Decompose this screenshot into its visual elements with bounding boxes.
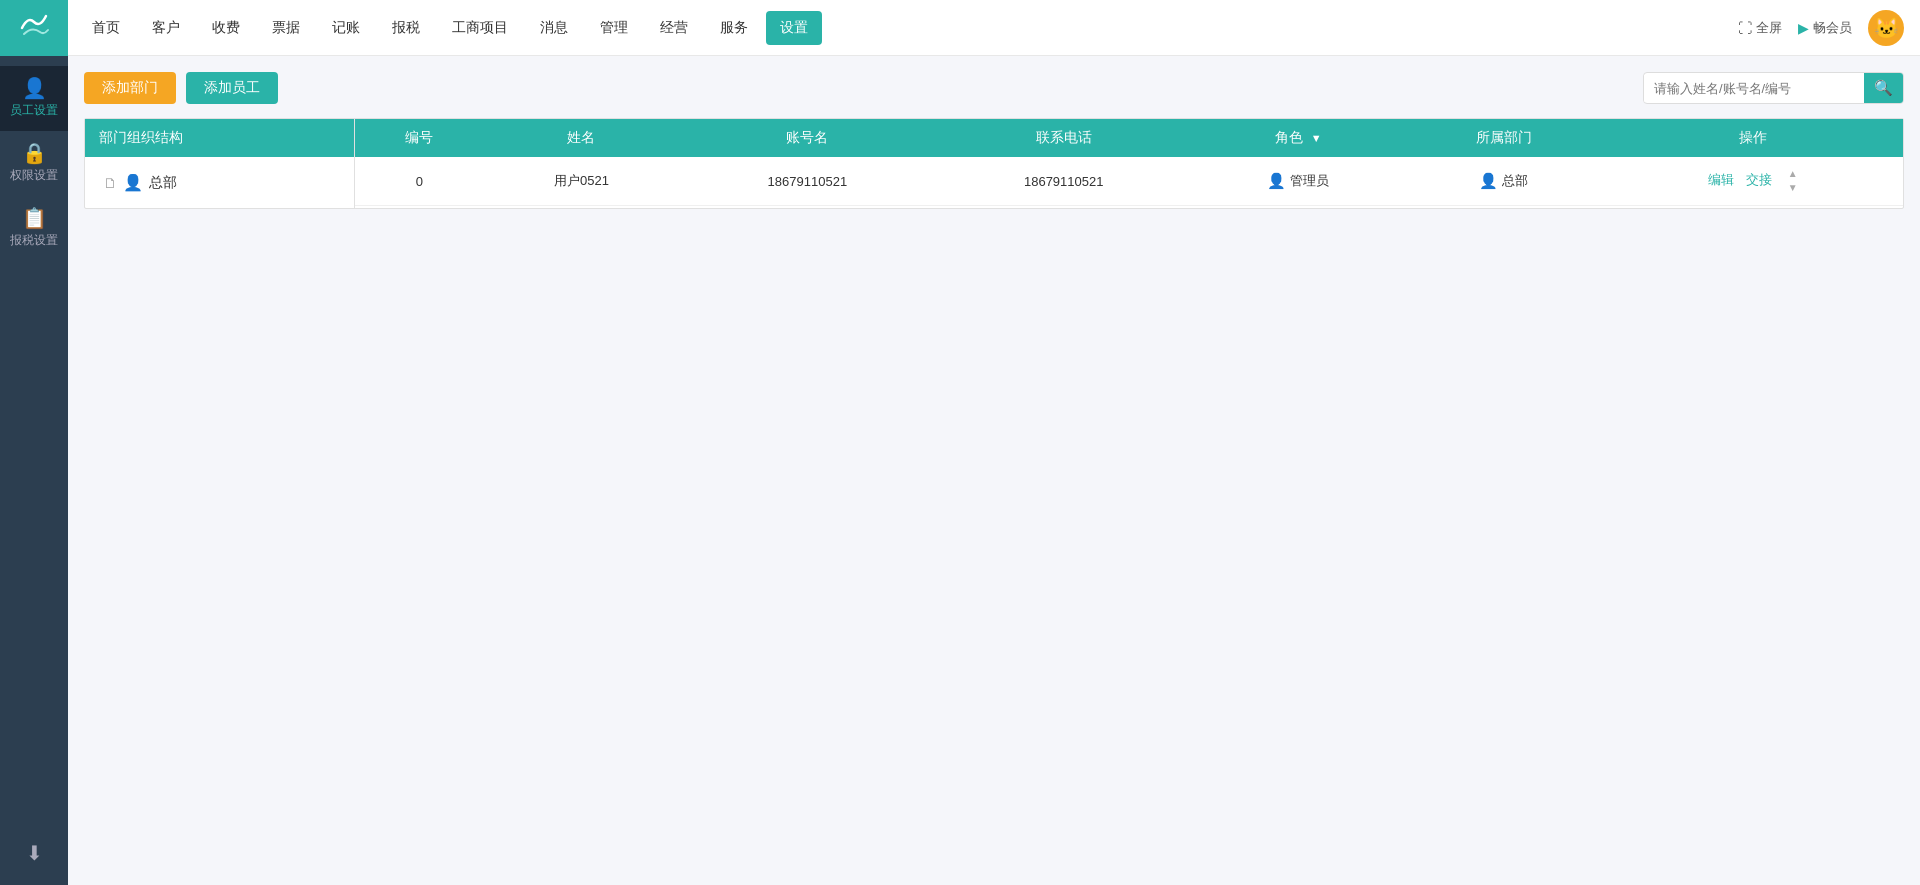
edit-link[interactable]: 编辑 [1704, 172, 1738, 187]
logo-area [0, 0, 68, 56]
dept-header: 部门组织结构 [85, 119, 354, 157]
nav-service[interactable]: 服务 [706, 11, 762, 45]
handover-link[interactable]: 交接 [1742, 172, 1776, 187]
content-area: 添加部门 添加员工 🔍 部门组织结构 🗋 👤 总部 [68, 56, 1920, 885]
sidebar-item-employee[interactable]: 👤 员工设置 [0, 66, 68, 131]
dept-tree: 🗋 👤 总部 [85, 157, 354, 208]
table-panel: 编号 姓名 账号名 联系电话 角色 ▼ 所属部门 操作 [355, 119, 1903, 208]
col-phone: 联系电话 [936, 119, 1192, 157]
nav-home[interactable]: 首页 [78, 11, 134, 45]
avatar[interactable]: 🐱 [1868, 10, 1904, 46]
search-icon: 🔍 [1874, 79, 1893, 96]
employee-table: 编号 姓名 账号名 联系电话 角色 ▼ 所属部门 操作 [355, 119, 1903, 206]
fullscreen-label: 全屏 [1756, 19, 1782, 37]
add-emp-button[interactable]: 添加员工 [186, 72, 278, 104]
fullscreen-icon: ⛶ [1738, 20, 1752, 36]
nav-tax[interactable]: 报税 [378, 11, 434, 45]
avatar-icon: 🐱 [1874, 16, 1899, 40]
cell-actions: 编辑 交接 ▲ ▼ [1603, 157, 1903, 206]
cell-dept: 👤 总部 [1405, 157, 1603, 206]
dept-panel: 部门组织结构 🗋 👤 总部 [85, 119, 355, 208]
file-settings-icon: 📋 [22, 208, 47, 228]
sidebar-item-tax-settings[interactable]: 📋 报税设置 [0, 196, 68, 261]
scroll-up-icon[interactable]: ▲ [1788, 167, 1798, 181]
top-nav: 首页 客户 收费 票据 记账 报税 工商项目 消息 管理 经营 服务 设置 ⛶ … [0, 0, 1920, 56]
logo-icon [14, 8, 54, 48]
nav-manage[interactable]: 管理 [586, 11, 642, 45]
nav-settings[interactable]: 设置 [766, 11, 822, 45]
search-box: 🔍 [1643, 72, 1904, 104]
nav-items: 首页 客户 收费 票据 记账 报税 工商项目 消息 管理 经营 服务 设置 [68, 11, 1738, 45]
two-panel: 部门组织结构 🗋 👤 总部 编号 姓名 账号名 [84, 118, 1904, 209]
dept-tree-item[interactable]: 🗋 👤 总部 [95, 167, 344, 198]
vip-button[interactable]: ▶ 畅会员 [1798, 19, 1852, 37]
nav-business[interactable]: 工商项目 [438, 11, 522, 45]
col-account: 账号名 [679, 119, 935, 157]
nav-customer[interactable]: 客户 [138, 11, 194, 45]
nav-invoice[interactable]: 票据 [258, 11, 314, 45]
role-filter-icon[interactable]: ▼ [1311, 132, 1322, 144]
col-id: 编号 [355, 119, 484, 157]
main-layout: 👤 员工设置 🔒 权限设置 📋 报税设置 ⬇ 添加部门 添加员工 🔍 [0, 56, 1920, 885]
toolbar: 添加部门 添加员工 🔍 [84, 72, 1904, 104]
sidebar-label-employee: 员工设置 [10, 102, 58, 119]
dept-value: 总部 [1502, 172, 1528, 190]
cell-id: 0 [355, 157, 484, 206]
search-input[interactable] [1644, 75, 1864, 102]
vip-label: 畅会员 [1813, 19, 1852, 37]
nav-bookkeeping[interactable]: 记账 [318, 11, 374, 45]
file-icon: 🗋 [103, 175, 117, 191]
dept-name: 总部 [149, 174, 177, 192]
table-header-row: 编号 姓名 账号名 联系电话 角色 ▼ 所属部门 操作 [355, 119, 1903, 157]
cell-name: 用户0521 [484, 157, 679, 206]
sidebar-item-permission[interactable]: 🔒 权限设置 [0, 131, 68, 196]
vip-icon: ▶ [1798, 20, 1809, 36]
nav-operation[interactable]: 经营 [646, 11, 702, 45]
sidebar-label-permission: 权限设置 [10, 167, 58, 184]
role-value: 管理员 [1290, 172, 1329, 190]
cell-phone: 18679110521 [936, 157, 1192, 206]
nav-right: ⛶ 全屏 ▶ 畅会员 🐱 [1738, 10, 1920, 46]
col-action: 操作 [1603, 119, 1903, 157]
sidebar: 👤 员工设置 🔒 权限设置 📋 报税设置 ⬇ [0, 56, 68, 885]
person-icon: 👤 [22, 78, 47, 98]
col-name: 姓名 [484, 119, 679, 157]
sidebar-label-tax: 报税设置 [10, 232, 58, 249]
cell-role: 👤 管理员 [1192, 157, 1405, 206]
lock-icon: 🔒 [22, 143, 47, 163]
download-icon: ⬇ [26, 843, 43, 863]
fullscreen-button[interactable]: ⛶ 全屏 [1738, 19, 1782, 37]
sidebar-download-button[interactable]: ⬇ [0, 831, 68, 875]
search-button[interactable]: 🔍 [1864, 73, 1903, 103]
scroll-down-icon[interactable]: ▼ [1788, 181, 1798, 195]
add-dept-button[interactable]: 添加部门 [84, 72, 176, 104]
dept-user-icon2: 👤 [1479, 172, 1498, 190]
table-row: 0 用户0521 18679110521 18679110521 👤 管理员 👤… [355, 157, 1903, 206]
cell-account: 18679110521 [679, 157, 935, 206]
col-role: 角色 ▼ [1192, 119, 1405, 157]
role-user-icon: 👤 [1267, 172, 1286, 190]
col-dept: 所属部门 [1405, 119, 1603, 157]
nav-message[interactable]: 消息 [526, 11, 582, 45]
sidebar-bottom: ⬇ [0, 831, 68, 885]
dept-user-icon: 👤 [123, 173, 143, 192]
nav-fee[interactable]: 收费 [198, 11, 254, 45]
